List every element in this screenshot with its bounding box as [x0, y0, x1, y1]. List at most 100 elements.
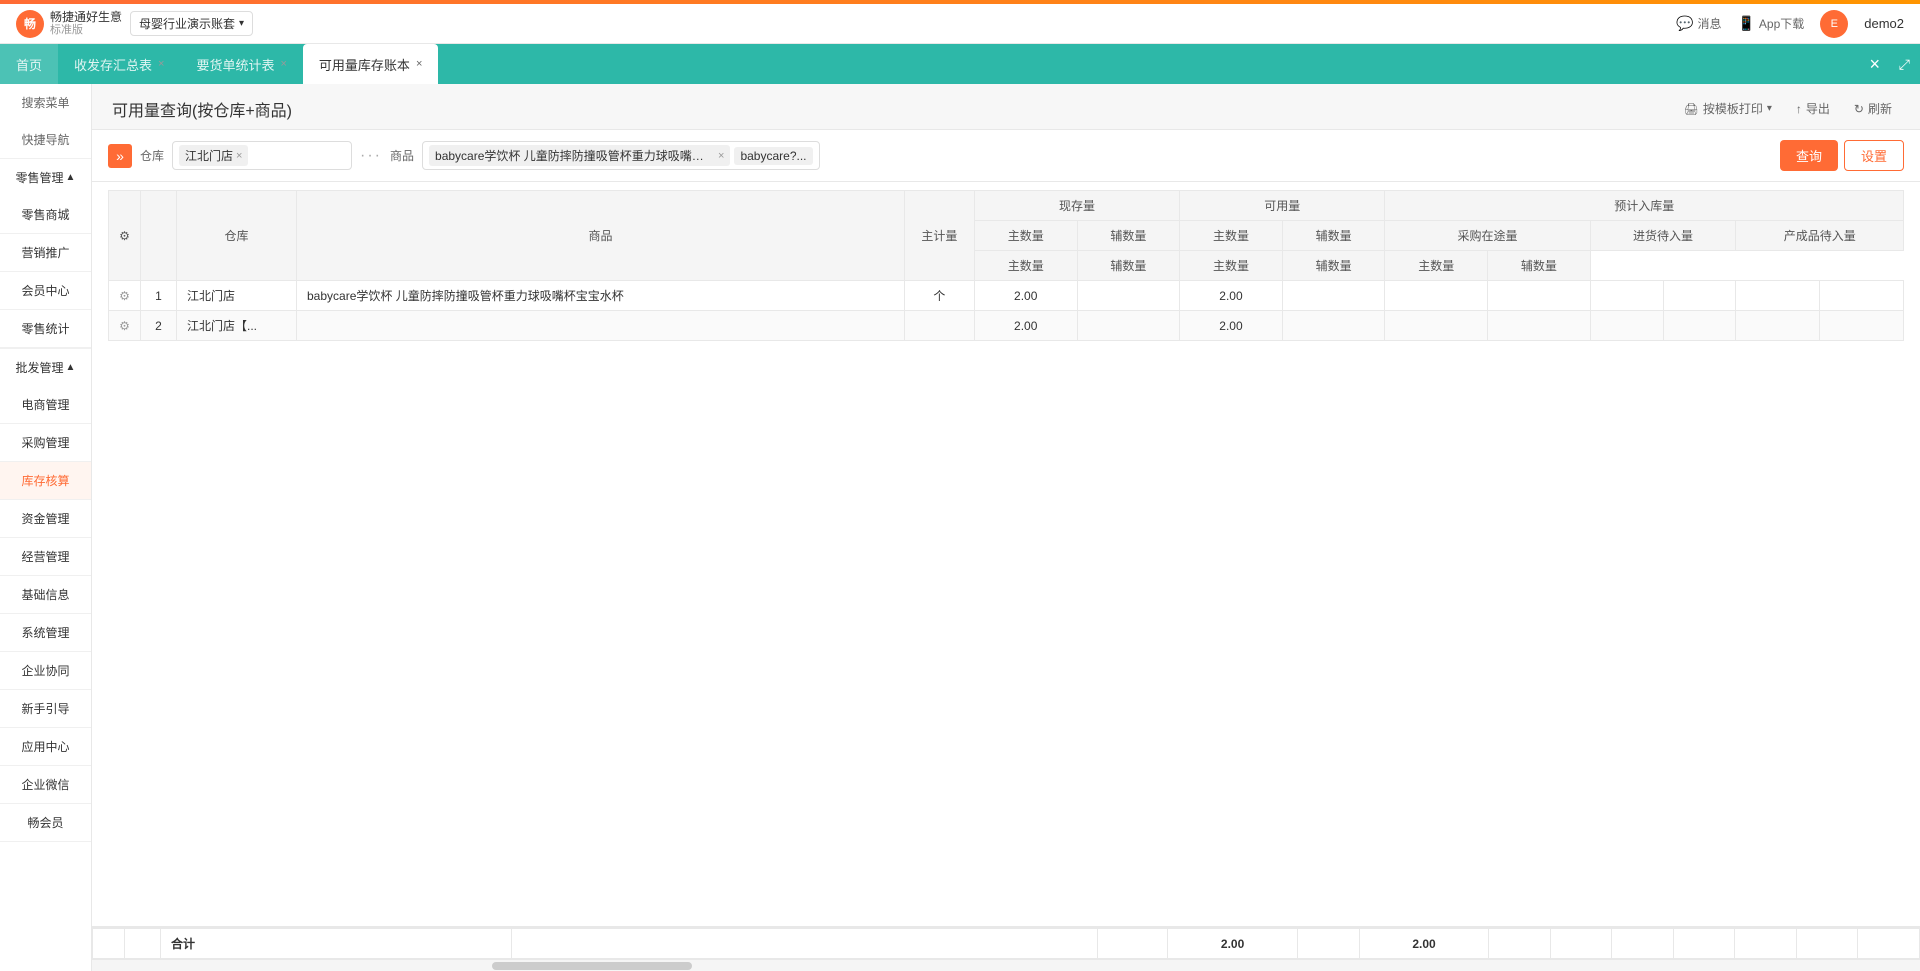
warehouse-tag-jiangbei: 江北门店 × — [179, 145, 248, 166]
sidebar-item-member-center[interactable]: 会员中心 — [0, 272, 91, 310]
row-product: babycare学饮杯 儿童防摔防撞吸管杯重力球吸嘴杯宝宝水杯 — [297, 281, 905, 311]
app-name: 畅捷通好生意 — [50, 10, 122, 24]
header-actions: 🖨 按模板打印 ▾ ↑ 导出 ↻ 刷新 — [1676, 96, 1900, 121]
sidebar-item-enterprise-collab[interactable]: 企业协同 — [0, 652, 91, 690]
sidebar-item-newbie-guide[interactable]: 新手引导 — [0, 690, 91, 728]
warehouse-filter-more[interactable]: ··· — [360, 147, 382, 165]
top-bar-left: 畅 畅捷通好生意 标准版 母婴行业演示账套 ▾ — [16, 10, 253, 38]
close-all-tabs-button[interactable]: × — [1869, 44, 1880, 84]
username-label: demo2 — [1864, 16, 1904, 31]
avatar-image: E — [1831, 18, 1838, 30]
row-pt-aux — [1488, 311, 1591, 341]
message-button[interactable]: 💬 消息 — [1676, 15, 1721, 32]
sidebar-item-wholesale-mgmt[interactable]: 批发管理 ▲ — [0, 349, 91, 386]
row-product — [297, 311, 905, 341]
row-fp-main — [1736, 281, 1820, 311]
table-row[interactable]: ⚙ 1 江北门店 babycare学饮杯 儿童防摔防撞吸管杯重力球吸嘴杯宝宝水杯… — [109, 281, 1904, 311]
product-filter-input[interactable]: babycare学饮杯 儿童防摔防撞吸管杯重力球吸嘴杯宝宝水杯 × babyca… — [422, 141, 819, 170]
col-expected-in-header: 预计入库量 — [1385, 191, 1904, 221]
sidebar-item-member[interactable]: 畅会员 — [0, 804, 91, 842]
industry-selector[interactable]: 母婴行业演示账套 ▾ — [130, 11, 253, 36]
data-table: ⚙ 仓库 商品 主计量 现存量 可用量 预计入库量 主数量 辅数 — [108, 190, 1904, 341]
tab-summary-close[interactable]: × — [158, 58, 164, 70]
export-button[interactable]: ↑ 导出 — [1788, 96, 1838, 121]
row-current-aux — [1077, 311, 1180, 341]
logo-area: 畅 畅捷通好生意 标准版 — [16, 10, 122, 38]
tab-available-stock-close[interactable]: × — [416, 58, 422, 70]
expand-filter-button[interactable]: » — [108, 144, 132, 168]
sidebar-item-finance[interactable]: 资金管理 — [0, 500, 91, 538]
sidebar-item-retail-stats[interactable]: 零售统计 — [0, 310, 91, 348]
row-avail-aux — [1282, 281, 1385, 311]
row-current-aux — [1077, 281, 1180, 311]
row-pp-main — [1590, 311, 1663, 341]
settings-button[interactable]: 设置 — [1844, 140, 1904, 171]
row-seq: 2 — [141, 311, 177, 341]
col-available-header: 可用量 — [1180, 191, 1385, 221]
row-pt-main — [1385, 281, 1488, 311]
scrollbar-thumb — [492, 962, 692, 970]
col-product-header: 商品 — [297, 191, 905, 281]
tab-summary[interactable]: 收发存汇总表 × — [58, 44, 180, 84]
action-buttons: 查询 设置 — [1780, 140, 1904, 171]
sidebar-item-retail-mall[interactable]: 零售商城 — [0, 196, 91, 234]
row-pp-main — [1590, 281, 1663, 311]
refresh-button[interactable]: ↻ 刷新 — [1846, 96, 1900, 121]
top-bar: 畅 畅捷通好生意 标准版 母婴行业演示账套 ▾ 💬 消息 📱 App下载 E d… — [0, 4, 1920, 44]
col-current-stock-header: 现存量 — [974, 191, 1179, 221]
content-area: 可用量查询(按仓库+商品) 🖨 按模板打印 ▾ ↑ 导出 ↻ 刷新 » — [92, 84, 1920, 971]
sidebar-item-system[interactable]: 系统管理 — [0, 614, 91, 652]
table-row[interactable]: ⚙ 2 江北门店【... 2.00 2.00 — [109, 311, 1904, 341]
chevron-down-icon-2: ▲ — [66, 362, 76, 373]
sidebar-item-ecommerce[interactable]: 电商管理 — [0, 386, 91, 424]
col-pp-main-header: 主数量 — [1180, 251, 1283, 281]
avatar[interactable]: E — [1820, 10, 1848, 38]
phone-icon: 📱 — [1737, 15, 1754, 32]
expand-nav-button[interactable]: ⤢ — [1899, 44, 1910, 84]
product-filter-label: 商品 — [390, 147, 414, 164]
main-layout: 搜索菜单 快捷导航 零售管理 ▲ 零售商城 营销推广 会员中心 零售统计 批发管… — [0, 84, 1920, 971]
filter-bar: » 仓库 江北门店 × ··· 商品 babycare学饮杯 儿童防摔防撞吸管杯… — [92, 130, 1920, 182]
warehouse-filter-input[interactable]: 江北门店 × — [172, 141, 352, 170]
footer-total-row: 合计 2.00 2.00 — [93, 929, 1920, 959]
row-pt-aux — [1488, 281, 1591, 311]
tab-home[interactable]: 首页 — [0, 44, 58, 84]
sidebar-item-inventory[interactable]: 库存核算 — [0, 462, 91, 500]
product-tag-2: babycare?... — [734, 147, 812, 165]
tab-available-stock[interactable]: 可用量库存账本 × — [303, 44, 438, 84]
bottom-scrollbar[interactable] — [92, 959, 1920, 971]
col-purchase-transit-header: 采购在途量 — [1385, 221, 1590, 251]
col-pp-aux-header: 辅数量 — [1282, 251, 1385, 281]
col-avail-aux-header: 辅数量 — [1282, 221, 1385, 251]
sidebar-item-enterprise-wechat[interactable]: 企业微信 — [0, 766, 91, 804]
sidebar-item-marketing[interactable]: 营销推广 — [0, 234, 91, 272]
template-badge: 标准版 — [50, 24, 122, 37]
tab-order-stat-close[interactable]: × — [280, 58, 286, 70]
sidebar-item-app-center[interactable]: 应用中心 — [0, 728, 91, 766]
print-arrow-icon: ▾ — [1767, 103, 1772, 114]
col-purchase-pending-header: 进货待入量 — [1590, 221, 1736, 251]
tab-order-stat[interactable]: 要货单统计表 × — [180, 44, 302, 84]
row-setting-icon[interactable]: ⚙ — [109, 281, 141, 311]
sidebar-search-menu[interactable]: 搜索菜单 — [0, 84, 91, 121]
row-fp-main — [1736, 311, 1820, 341]
footer-current-main: 2.00 — [1168, 929, 1298, 959]
row-current-main: 2.00 — [974, 311, 1077, 341]
footer-label: 合计 — [161, 929, 512, 959]
product-tag-1-remove[interactable]: × — [718, 150, 724, 162]
col-setting-header[interactable]: ⚙ — [109, 191, 141, 281]
sidebar-quick-nav[interactable]: 快捷导航 — [0, 121, 91, 158]
sidebar-item-retail-mgmt[interactable]: 零售管理 ▲ — [0, 159, 91, 196]
chevron-up-icon: ▲ — [66, 172, 76, 183]
warehouse-tag-remove[interactable]: × — [236, 150, 242, 162]
sidebar-item-purchase[interactable]: 采购管理 — [0, 424, 91, 462]
print-template-button[interactable]: 🖨 按模板打印 ▾ — [1676, 96, 1780, 121]
query-button[interactable]: 查询 — [1780, 140, 1838, 171]
sidebar-item-operations[interactable]: 经营管理 — [0, 538, 91, 576]
app-download-button[interactable]: 📱 App下载 — [1737, 15, 1804, 32]
warehouse-filter-label: 仓库 — [140, 147, 164, 164]
row-setting-icon[interactable]: ⚙ — [109, 311, 141, 341]
table-wrapper: ⚙ 仓库 商品 主计量 现存量 可用量 预计入库量 主数量 辅数 — [92, 182, 1920, 349]
sidebar-item-basic-info[interactable]: 基础信息 — [0, 576, 91, 614]
col-seq-header — [141, 191, 177, 281]
